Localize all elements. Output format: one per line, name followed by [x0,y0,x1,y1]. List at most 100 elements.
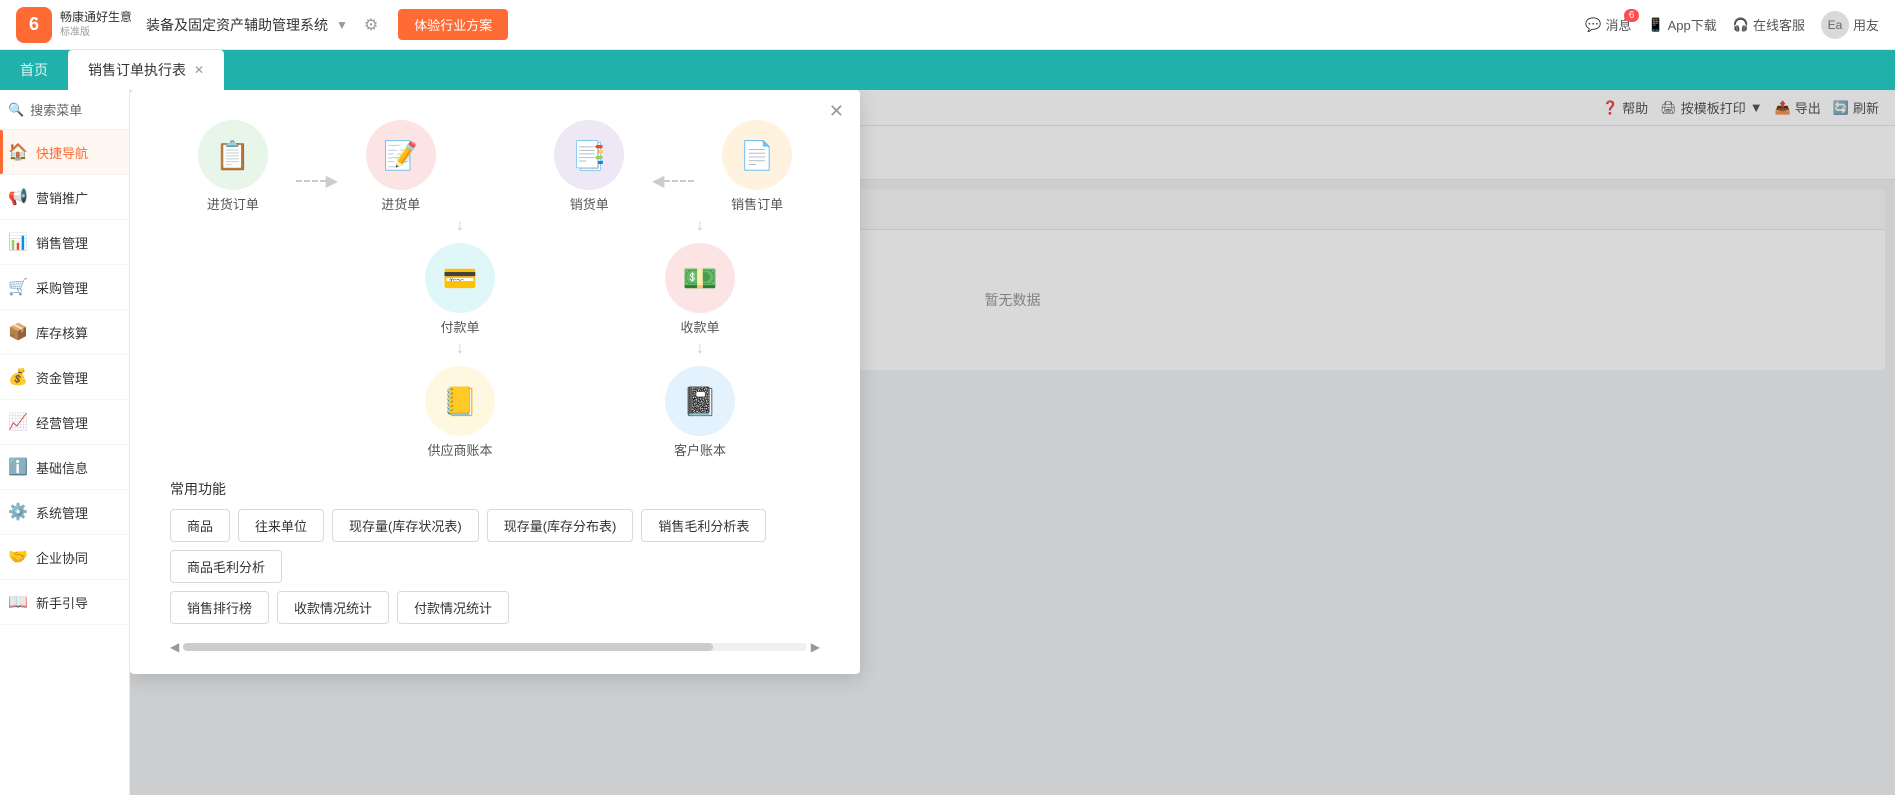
func-btn-product-margin[interactable]: 商品毛利分析 [170,550,282,583]
experience-btn[interactable]: 体验行业方案 [398,9,508,40]
func-btn-sales-margin[interactable]: 销售毛利分析表 [641,509,766,542]
wf-label-receipt: 收款单 [680,317,719,336]
tab-home[interactable]: 首页 [0,50,68,90]
search-menu-label: 搜索菜单 [30,100,82,119]
search-menu[interactable]: 🔍 搜索菜单 [0,90,129,130]
modal-box: ✕ 📋 进货订单 [130,90,860,674]
sidebar-item-sales[interactable]: 📊 销售管理 [0,220,129,265]
chevron-down-icon[interactable]: ▼ [336,18,348,32]
modal-close-icon[interactable]: ✕ [829,102,844,120]
customer-ledger-icon: 📓 [683,385,718,418]
sidebar-label-sales: 销售管理 [36,233,88,252]
sidebar-label-system: 系统管理 [36,503,88,522]
avatar: Ea [1821,11,1849,39]
arrow-down-receipt: ↓ [696,217,704,235]
wf-label-sales-doc: 销货单 [570,194,609,213]
marketing-icon: 📢 [8,187,28,207]
sidebar-item-collab[interactable]: 🤝 企业协同 [0,535,129,580]
message-icon: 💬 [1585,17,1601,33]
main-layout: 🔍 搜索菜单 🏠 快捷导航 📢 营销推广 📊 销售管理 🛒 采购管理 📦 库存核… [0,90,1895,795]
content-area: ❓ 帮助 🖨 按模板打印 ▼ 📤 导出 🔄 刷新 📅 [130,90,1895,795]
user-name: 用友 [1853,15,1879,34]
sidebar-item-inventory[interactable]: 📦 库存核算 [0,310,129,355]
tab-home-label: 首页 [20,60,48,80]
logo-area: 6 畅康通好生意 标准版 [16,7,146,43]
wf-node-supplier-ledger: ↓ 📒 供应商账本 [380,336,540,459]
wf-label-supplier-ledger: 供应商账本 [427,440,492,459]
payment-icon: 💳 [443,262,478,295]
purchase-order-icon: 📋 [215,139,250,172]
arrow-down-payment: ↓ [456,217,464,235]
sidebar-item-newbie[interactable]: 📖 新手引导 [0,580,129,625]
sales-order-icon: 📄 [740,139,775,172]
common-func: 常用功能 商品 往来单位 现存量(库存状况表) 现存量(库存分布表) 销售毛利分… [170,479,820,624]
logo-line2: 标准版 [60,26,132,39]
gear-icon[interactable]: ⚙ [364,15,378,35]
app-download-btn[interactable]: 📱 App下载 [1647,15,1716,34]
sidebar-item-base-info[interactable]: ℹ️ 基础信息 [0,445,129,490]
wf-node-purchase-doc: 📝 进货单 [338,120,464,213]
sidebar-label-quick-nav: 快捷导航 [36,143,88,162]
sales-icon: 📊 [8,232,28,252]
purchase-icon: 🛒 [8,277,28,297]
sidebar-item-marketing[interactable]: 📢 营销推广 [0,175,129,220]
system-title: 装备及固定资产辅助管理系统 [146,15,328,35]
finance-icon: 💰 [8,367,28,387]
wf-label-purchase-order: 进货订单 [207,194,259,213]
arrow-purchase-to-purchase-doc: ▶ [296,171,338,191]
sidebar-item-system[interactable]: ⚙️ 系统管理 [0,490,129,535]
sidebar-label-marketing: 营销推广 [36,188,88,207]
func-btn-payment-stats[interactable]: 付款情况统计 [397,591,509,624]
logo-line1: 畅康通好生意 [60,10,132,26]
arrow-down-supplier: ↓ [456,340,464,358]
scroll-right-arrow[interactable]: ▶ [811,640,820,654]
tab-sales-order[interactable]: 销售订单执行表 ✕ [68,50,224,90]
func-btn-product[interactable]: 商品 [170,509,230,542]
tab-sales-order-label: 销售订单执行表 [88,60,186,80]
sidebar-label-finance: 资金管理 [36,368,88,387]
wf-node-customer-ledger: ↓ 📓 客户账本 [620,336,780,459]
workflow-diagram: 📋 进货订单 ▶ 📝 [170,120,820,459]
purchase-doc-icon: 📝 [383,139,418,172]
func-btn-stock-status[interactable]: 现存量(库存状况表) [332,509,479,542]
sidebar-item-operation[interactable]: 📈 经营管理 [0,400,129,445]
wf-label-sales-order: 销售订单 [731,194,783,213]
close-tab-icon[interactable]: ✕ [194,63,204,77]
download-icon: 📱 [1647,17,1663,33]
message-btn[interactable]: 💬 消息 6 [1585,15,1631,34]
common-func-title: 常用功能 [170,479,820,499]
wf-node-receipt: ↓ 💵 收款单 [620,213,780,336]
wf-label-customer-ledger: 客户账本 [674,440,726,459]
base-info-icon: ℹ️ [8,457,28,477]
operation-icon: 📈 [8,412,28,432]
sidebar-label-operation: 经营管理 [36,413,88,432]
sidebar-item-quick-nav[interactable]: 🏠 快捷导航 [0,130,129,175]
supplier-ledger-icon: 📒 [443,385,478,418]
func-btn-receipt-stats[interactable]: 收款情况统计 [277,591,389,624]
modal-scrollbar: ◀ ▶ [170,640,820,654]
online-service-label: 在线客服 [1753,15,1805,34]
tab-bar: 首页 销售订单执行表 ✕ [0,50,1895,90]
wf-label-purchase-doc: 进货单 [381,194,420,213]
service-icon: 🎧 [1733,17,1749,33]
sidebar-label-base-info: 基础信息 [36,458,88,477]
func-btn-stock-dist[interactable]: 现存量(库存分布表) [487,509,634,542]
sidebar-item-purchase[interactable]: 🛒 采购管理 [0,265,129,310]
header-right: 💬 消息 6 📱 App下载 🎧 在线客服 Ea 用友 [1585,11,1879,39]
user-area[interactable]: Ea 用友 [1821,11,1879,39]
wf-node-payment: ↓ 💳 付款单 [380,213,540,336]
collab-icon: 🤝 [8,547,28,567]
func-btn-sales-rank[interactable]: 销售排行榜 [170,591,269,624]
top-header: 6 畅康通好生意 标准版 装备及固定资产辅助管理系统 ▼ ⚙ 体验行业方案 💬 … [0,0,1895,50]
inventory-icon: 📦 [8,322,28,342]
func-btn-counterpart[interactable]: 往来单位 [238,509,324,542]
online-service-btn[interactable]: 🎧 在线客服 [1733,15,1805,34]
logo-text: 畅康通好生意 标准版 [60,10,132,39]
receipt-icon: 💵 [683,262,718,295]
scroll-left-arrow[interactable]: ◀ [170,640,179,654]
sales-doc-icon: 📑 [572,139,607,172]
sidebar-item-finance[interactable]: 💰 资金管理 [0,355,129,400]
message-badge: 6 [1624,9,1640,22]
scrollbar-track[interactable] [183,643,807,651]
home-icon: 🏠 [8,142,28,162]
